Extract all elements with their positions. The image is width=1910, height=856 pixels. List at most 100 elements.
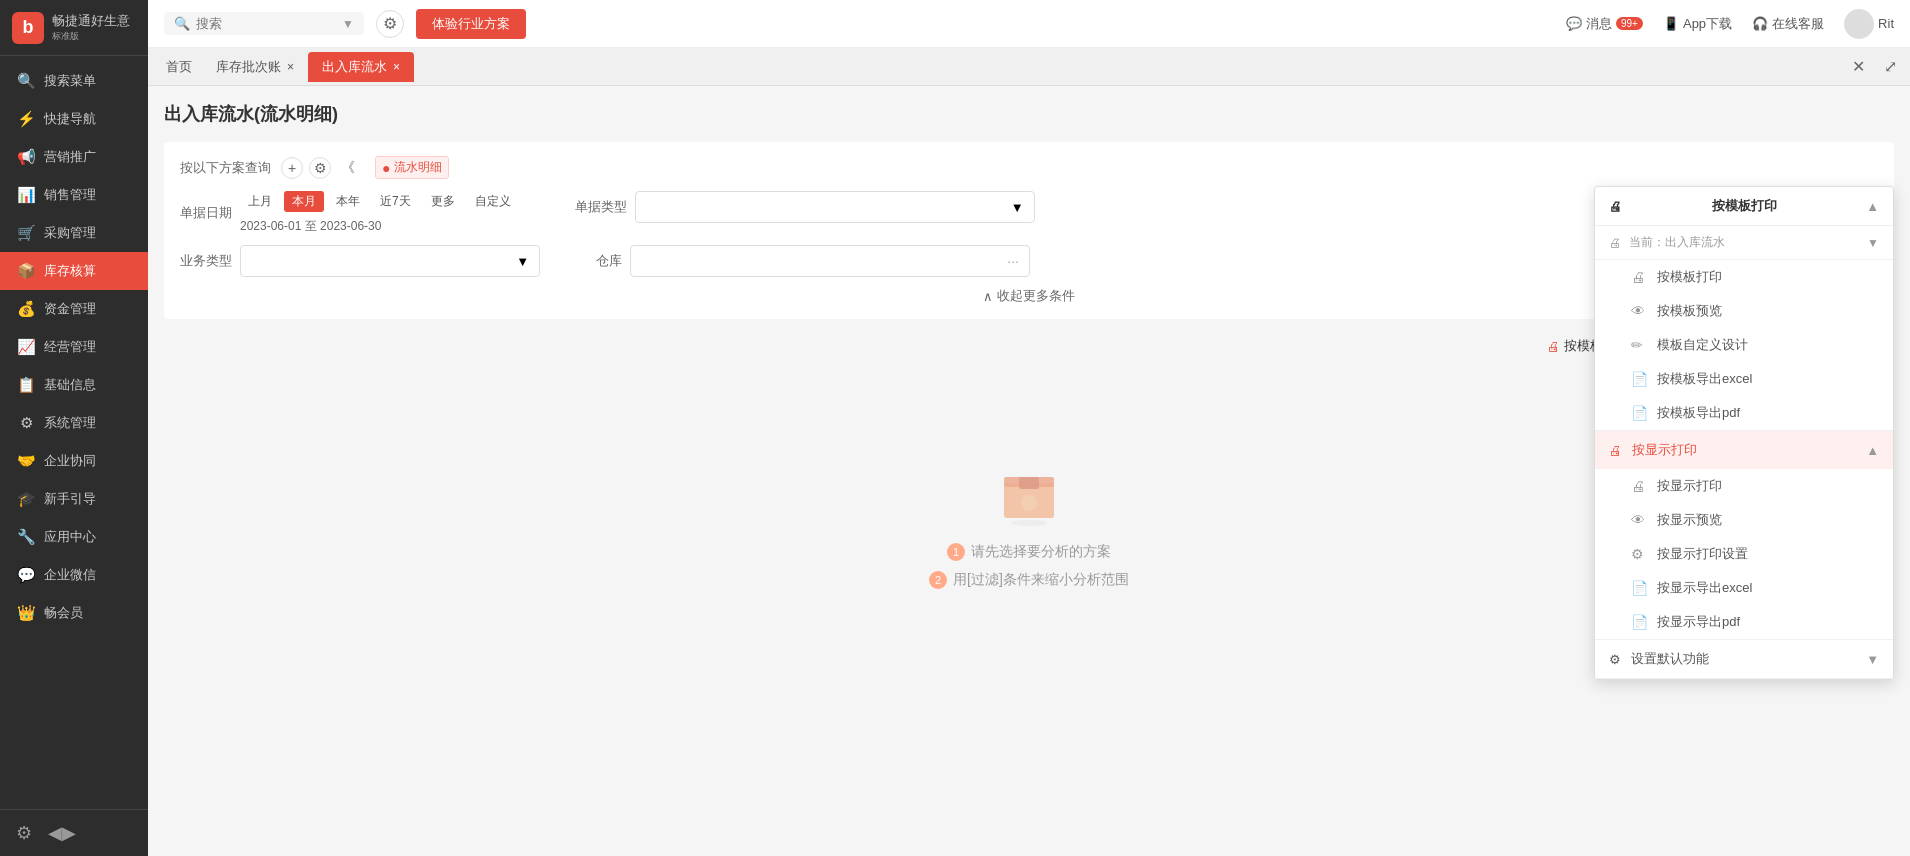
dropdown-default-header[interactable]: ⚙ 设置默认功能 ▼	[1595, 640, 1893, 678]
dropdown-item-template-preview[interactable]: 👁 按模板预览	[1595, 294, 1893, 328]
sidebar-item-cooperation[interactable]: 🤝 企业协同	[0, 442, 148, 480]
chat-icon: 💬	[16, 566, 36, 584]
sidebar-item-purchase[interactable]: 🛒 采购管理	[0, 214, 148, 252]
topbar-right: 💬 消息 99+ 📱 App下载 🎧 在线客服 Rit	[1566, 9, 1894, 39]
display-excel-icon: 📄	[1631, 580, 1647, 596]
warehouse-input[interactable]: ···	[630, 245, 1030, 277]
filter-actions: + ⚙	[281, 157, 331, 179]
sidebar-item-sales[interactable]: 📊 销售管理	[0, 176, 148, 214]
crown-icon: 👑	[16, 604, 36, 622]
business-type-chevron-icon: ▼	[516, 254, 529, 269]
window-expand-button[interactable]: ⤢	[1878, 55, 1902, 79]
template-excel-icon: 📄	[1631, 371, 1647, 387]
dropdown-section-display: 🖨 按显示打印 ▲ 🖨 按显示打印 👁 按显示预览 ⚙ 按显示打印设置	[1595, 431, 1893, 640]
dropdown-item-display-excel[interactable]: 📄 按显示导出excel	[1595, 571, 1893, 605]
tab-home[interactable]: 首页	[156, 52, 202, 82]
date-range: 2023-06-01 至 2023-06-30	[240, 218, 519, 235]
dropdown-header-chevron[interactable]: ▲	[1866, 199, 1879, 214]
messages-label: 消息	[1586, 15, 1612, 33]
app-download-button[interactable]: 📱 App下载	[1663, 15, 1732, 33]
sidebar-item-inventory[interactable]: 📦 库存核算	[0, 252, 148, 290]
dropdown-item-template-print[interactable]: 🖨 按模板打印	[1595, 260, 1893, 294]
trend-icon: 📈	[16, 338, 36, 356]
topbar-search-box[interactable]: 🔍 ▼	[164, 12, 364, 35]
filter-add-button[interactable]: +	[281, 157, 303, 179]
svg-rect-2	[1019, 477, 1039, 489]
search-input[interactable]	[196, 16, 336, 31]
business-type-select[interactable]: ▼	[240, 245, 540, 277]
dropdown-item-display-settings[interactable]: ⚙ 按显示打印设置	[1595, 537, 1893, 571]
date-tab-custom[interactable]: 自定义	[467, 191, 519, 212]
current-label: 当前：出入库流水	[1629, 234, 1725, 251]
money-icon: 💰	[16, 300, 36, 318]
sidebar-bottom: ⚙ ◀▶	[0, 809, 148, 856]
sidebar-item-member[interactable]: 👑 畅会员	[0, 594, 148, 632]
template-pdf-icon: 📄	[1631, 405, 1647, 421]
sidebar-item-app[interactable]: 🔧 应用中心	[0, 518, 148, 556]
online-service-button[interactable]: 🎧 在线客服	[1752, 15, 1824, 33]
topbar: 🔍 ▼ ⚙ 体验行业方案 💬 消息 99+ 📱 App下载 🎧 在线客服 Rit	[148, 0, 1910, 48]
logo-icon: b	[12, 12, 44, 44]
template-preview-icon: 👁	[1631, 303, 1647, 319]
app-badge: 标准版	[52, 30, 130, 43]
settings-icon[interactable]: ⚙	[16, 822, 32, 844]
doc-type-chevron-icon: ▼	[1011, 200, 1024, 215]
date-filter: 上月 本月 本年 近7天 更多 自定义 2023-06-01 至 2023-06…	[240, 191, 519, 235]
display-print-item-icon: 🖨	[1631, 478, 1647, 494]
filter-header: 按以下方案查询 + ⚙ 《 ● 流水明细	[180, 156, 1878, 179]
industry-button[interactable]: 体验行业方案	[416, 9, 526, 39]
search-icon: 🔍	[16, 72, 36, 90]
filter-section-label: 按以下方案查询	[180, 159, 271, 177]
sidebar-item-operations[interactable]: 📈 经营管理	[0, 328, 148, 366]
date-tab-this-month[interactable]: 本月	[284, 191, 324, 212]
dropdown-item-template-design[interactable]: ✏ 模板自定义设计	[1595, 328, 1893, 362]
guide-icon: 🎓	[16, 490, 36, 508]
online-service-label: 在线客服	[1772, 15, 1824, 33]
page-title: 出入库流水(流水明细)	[164, 102, 1894, 126]
dropdown-display-header[interactable]: 🖨 按显示打印 ▲	[1595, 431, 1893, 469]
date-tab-7days[interactable]: 近7天	[372, 191, 419, 212]
filter-collapse-icon[interactable]: 《	[341, 159, 355, 177]
tab-inventory-flow-close[interactable]: ×	[393, 60, 400, 74]
sidebar-label-guide: 新手引导	[44, 490, 96, 508]
tab-inventory-flow[interactable]: 出入库流水 ×	[308, 52, 414, 82]
app-download-label: App下载	[1683, 15, 1732, 33]
business-type-label: 业务类型	[180, 252, 232, 270]
warehouse-dots-icon[interactable]: ···	[1007, 253, 1019, 269]
date-tab-last-month[interactable]: 上月	[240, 191, 280, 212]
tab-inventory-batch-close[interactable]: ×	[287, 60, 294, 74]
step-2-number: 2	[929, 571, 947, 589]
sidebar-item-finance[interactable]: 💰 资金管理	[0, 290, 148, 328]
sidebar-item-guide[interactable]: 🎓 新手引导	[0, 480, 148, 518]
sidebar-label-member: 畅会员	[44, 604, 83, 622]
topbar-gear-button[interactable]: ⚙	[376, 10, 404, 38]
search-icon: 🔍	[174, 16, 190, 31]
sidebar-item-search[interactable]: 🔍 搜索菜单	[0, 62, 148, 100]
avatar	[1844, 9, 1874, 39]
sidebar-item-system[interactable]: ⚙ 系统管理	[0, 404, 148, 442]
date-tab-more[interactable]: 更多	[423, 191, 463, 212]
dropdown-item-display-preview[interactable]: 👁 按显示预览	[1595, 503, 1893, 537]
window-close-button[interactable]: ✕	[1846, 55, 1870, 79]
dropdown-item-display-pdf[interactable]: 📄 按显示导出pdf	[1595, 605, 1893, 639]
sidebar-item-shortcut[interactable]: ⚡ 快捷导航	[0, 100, 148, 138]
dropdown-item-template-pdf[interactable]: 📄 按模板导出pdf	[1595, 396, 1893, 430]
doc-type-select[interactable]: ▼	[635, 191, 1035, 223]
sidebar-item-basic[interactable]: 📋 基础信息	[0, 366, 148, 404]
tab-inventory-batch[interactable]: 库存批次账 ×	[202, 52, 308, 82]
filter-setting-button[interactable]: ⚙	[309, 157, 331, 179]
template-design-label: 模板自定义设计	[1657, 336, 1748, 354]
collapse-icon[interactable]: ◀▶	[48, 822, 76, 844]
dropdown-item-display-print[interactable]: 🖨 按显示打印	[1595, 469, 1893, 503]
user-avatar-area[interactable]: Rit	[1844, 9, 1894, 39]
messages-button[interactable]: 💬 消息 99+	[1566, 15, 1643, 33]
sidebar-item-weixin[interactable]: 💬 企业微信	[0, 556, 148, 594]
date-tab-this-year[interactable]: 本年	[328, 191, 368, 212]
headset-icon: 🎧	[1752, 16, 1768, 31]
flash-icon: ⚡	[16, 110, 36, 128]
search-dropdown-icon[interactable]: ▼	[342, 17, 354, 31]
empty-illustration	[989, 453, 1069, 533]
messages-badge: 99+	[1616, 17, 1643, 30]
sidebar-item-marketing[interactable]: 📢 营销推广	[0, 138, 148, 176]
dropdown-item-template-excel[interactable]: 📄 按模板导出excel	[1595, 362, 1893, 396]
